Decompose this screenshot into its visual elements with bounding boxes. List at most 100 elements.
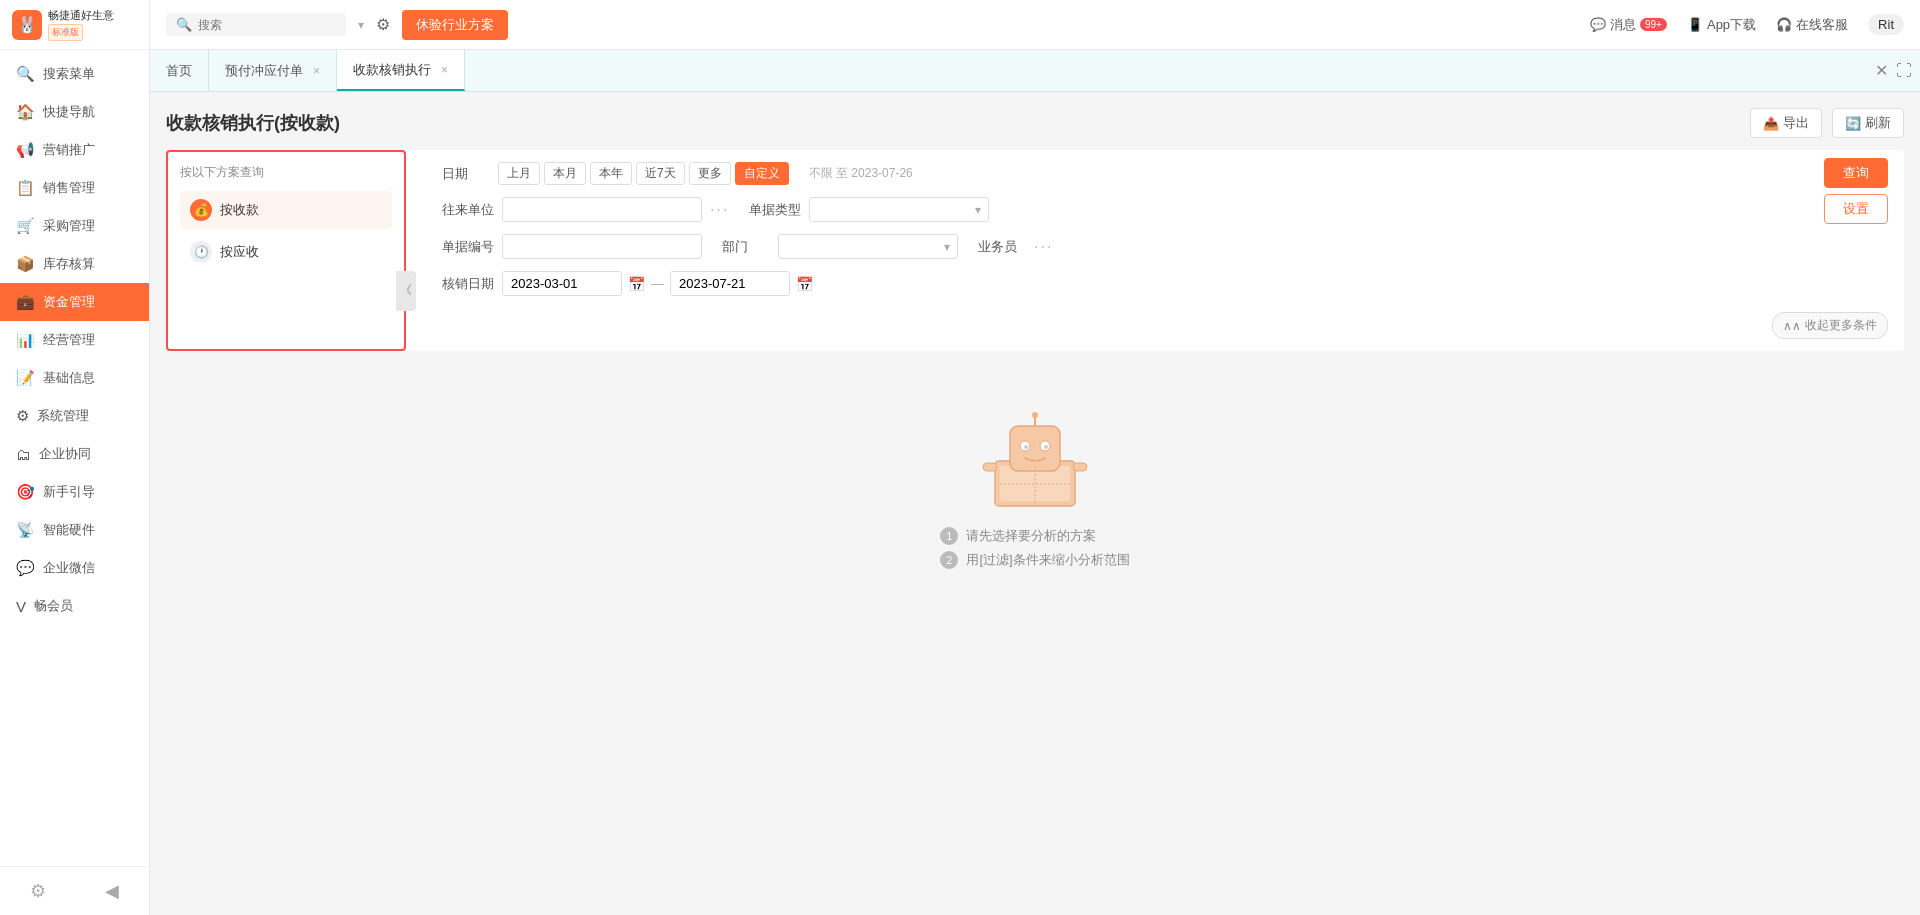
nav-icon-12: 📡 [16, 521, 35, 539]
customer-service-label: 在线客服 [1796, 16, 1848, 34]
verify-date-start-input[interactable] [502, 271, 622, 296]
date-label: 日期 [442, 165, 490, 183]
settings-icon[interactable]: ⚙ [376, 15, 390, 34]
main-area: 🔍 ▾ ⚙ 休验行业方案 💬 消息 99+ 📱 App下载 🎧 在线客服 Rit [150, 0, 1920, 915]
receivable-icon: 🕐 [190, 241, 212, 263]
sidebar-item-13[interactable]: 💬 企业微信 [0, 549, 149, 587]
page-header-actions: 📤 导出 🔄 刷新 [1750, 108, 1904, 138]
salesperson-label: 业务员 [978, 238, 1026, 256]
filter-option-receipt-label: 按收款 [220, 201, 259, 219]
department-select-wrapper [778, 234, 958, 259]
search-box[interactable]: 🔍 [166, 13, 346, 36]
sidebar-item-3[interactable]: 📋 销售管理 [0, 169, 149, 207]
filter-option-by-receipt[interactable]: 💰 按收款 [180, 191, 392, 229]
collapse-more-button[interactable]: ∧∧ 收起更多条件 [1772, 312, 1888, 339]
partner-more-icon[interactable]: ··· [710, 201, 729, 219]
sidebar-item-0[interactable]: 🔍 搜索菜单 [0, 55, 149, 93]
partner-input[interactable] [502, 197, 702, 222]
document-no-field: 单据编号 [442, 234, 702, 259]
app-download-label: App下载 [1707, 16, 1756, 34]
app-download-btn[interactable]: 📱 App下载 [1687, 16, 1756, 34]
messages-btn[interactable]: 💬 消息 99+ [1590, 16, 1667, 34]
document-no-input[interactable] [502, 234, 702, 259]
tab-prepay-close[interactable]: × [313, 64, 320, 78]
tab-home[interactable]: 首页 [150, 50, 209, 91]
customer-service-btn[interactable]: 🎧 在线客服 [1776, 16, 1848, 34]
collapse-sidebar-btn[interactable]: ◀ [100, 875, 124, 907]
nav-label-14: 畅会员 [34, 597, 73, 615]
filter-row-3: 单据编号 部门 [442, 234, 1053, 259]
date-more[interactable]: 更多 [689, 162, 731, 185]
nav-label-7: 经营管理 [43, 331, 95, 349]
page-header: 收款核销执行(按收款) 📤 导出 🔄 刷新 [166, 108, 1904, 138]
document-type-select[interactable] [809, 197, 989, 222]
filter-option-receivable-label: 按应收 [220, 243, 259, 261]
empty-tip-2-text: 用[过滤]条件来缩小分析范围 [966, 551, 1129, 569]
sidebar-item-12[interactable]: 📡 智能硬件 [0, 511, 149, 549]
date-last-month[interactable]: 上月 [498, 162, 540, 185]
svg-rect-2 [1010, 426, 1060, 471]
message-icon: 💬 [1590, 17, 1606, 32]
tab-prepay[interactable]: 预付冲应付单 × [209, 50, 337, 91]
expand-tab-icon[interactable]: ⛶ [1896, 62, 1912, 80]
nav-label-0: 搜索菜单 [43, 65, 95, 83]
salesperson-more-icon[interactable]: ··· [1034, 238, 1053, 256]
sidebar-item-11[interactable]: 🎯 新手引导 [0, 473, 149, 511]
refresh-button[interactable]: 🔄 刷新 [1832, 108, 1904, 138]
svg-point-5 [1024, 445, 1028, 449]
empty-tips: 1 请先选择要分析的方案 2 用[过滤]条件来缩小分析范围 [940, 527, 1129, 569]
tab-home-label: 首页 [166, 62, 192, 80]
page-content: 收款核销执行(按收款) 📤 导出 🔄 刷新 按以下方案查询 💰 按收款 [150, 92, 1920, 915]
settings-bottom-icon[interactable]: ⚙ [25, 875, 51, 907]
sidebar-item-5[interactable]: 📦 库存核算 [0, 245, 149, 283]
query-button[interactable]: 查询 [1824, 158, 1888, 188]
refresh-icon: 🔄 [1845, 116, 1861, 131]
department-select[interactable] [778, 234, 958, 259]
sidebar-item-7[interactable]: 📊 经营管理 [0, 321, 149, 359]
date-this-year[interactable]: 本年 [590, 162, 632, 185]
headset-icon: 🎧 [1776, 17, 1792, 32]
tab-collection[interactable]: 收款核销执行 × [337, 50, 465, 91]
user-name[interactable]: Rit [1868, 14, 1904, 35]
empty-tip-2: 2 用[过滤]条件来缩小分析范围 [940, 551, 1129, 569]
nav-icon-6: 💼 [16, 293, 35, 311]
nav-label-6: 资金管理 [43, 293, 95, 311]
search-icon: 🔍 [176, 17, 192, 32]
empty-tip-1: 1 请先选择要分析的方案 [940, 527, 1129, 545]
date-no-limit: 不限 至 2023-07-26 [809, 165, 913, 182]
search-dropdown-icon[interactable]: ▾ [358, 18, 364, 32]
verify-date-end-input[interactable] [670, 271, 790, 296]
tab-collection-close[interactable]: × [441, 63, 448, 77]
sidebar-item-1[interactable]: 🏠 快捷导航 [0, 93, 149, 131]
date-7days[interactable]: 近7天 [636, 162, 685, 185]
sidebar-item-8[interactable]: 📝 基础信息 [0, 359, 149, 397]
calendar-end-icon[interactable]: 📅 [796, 276, 813, 292]
department-label: 部门 [722, 238, 770, 256]
sidebar-item-14[interactable]: V 畅会员 [0, 587, 149, 625]
sidebar-item-10[interactable]: 🗂 企业协同 [0, 435, 149, 473]
topbar-right: 💬 消息 99+ 📱 App下载 🎧 在线客服 Rit [1590, 14, 1904, 35]
sidebar-item-9[interactable]: ⚙ 系统管理 [0, 397, 149, 435]
filter-row-2: 往来单位 ··· 单据类型 [442, 197, 1053, 222]
filter-option-by-receivable[interactable]: 🕐 按应收 [180, 233, 392, 271]
filter-collapse-handle[interactable]: 《 [396, 271, 416, 311]
date-this-month[interactable]: 本月 [544, 162, 586, 185]
nav-icon-11: 🎯 [16, 483, 35, 501]
calendar-start-icon[interactable]: 📅 [628, 276, 645, 292]
solution-button[interactable]: 休验行业方案 [402, 10, 508, 40]
sidebar-item-6[interactable]: 💼 资金管理 [0, 283, 149, 321]
sidebar-item-4[interactable]: 🛒 采购管理 [0, 207, 149, 245]
nav-label-8: 基础信息 [43, 369, 95, 387]
nav-icon-0: 🔍 [16, 65, 35, 83]
logo-name: 畅捷通好生意 [48, 8, 114, 22]
nav-label-11: 新手引导 [43, 483, 95, 501]
search-input[interactable] [198, 18, 318, 32]
setting-button[interactable]: 设置 [1824, 194, 1888, 224]
export-button[interactable]: 📤 导出 [1750, 108, 1822, 138]
sidebar-item-2[interactable]: 📢 营销推广 [0, 131, 149, 169]
date-custom[interactable]: 自定义 [735, 162, 789, 185]
nav-icon-8: 📝 [16, 369, 35, 387]
svg-rect-10 [1073, 463, 1087, 471]
close-tab-icon[interactable]: ✕ [1875, 61, 1888, 80]
document-type-select-wrapper [809, 197, 989, 222]
